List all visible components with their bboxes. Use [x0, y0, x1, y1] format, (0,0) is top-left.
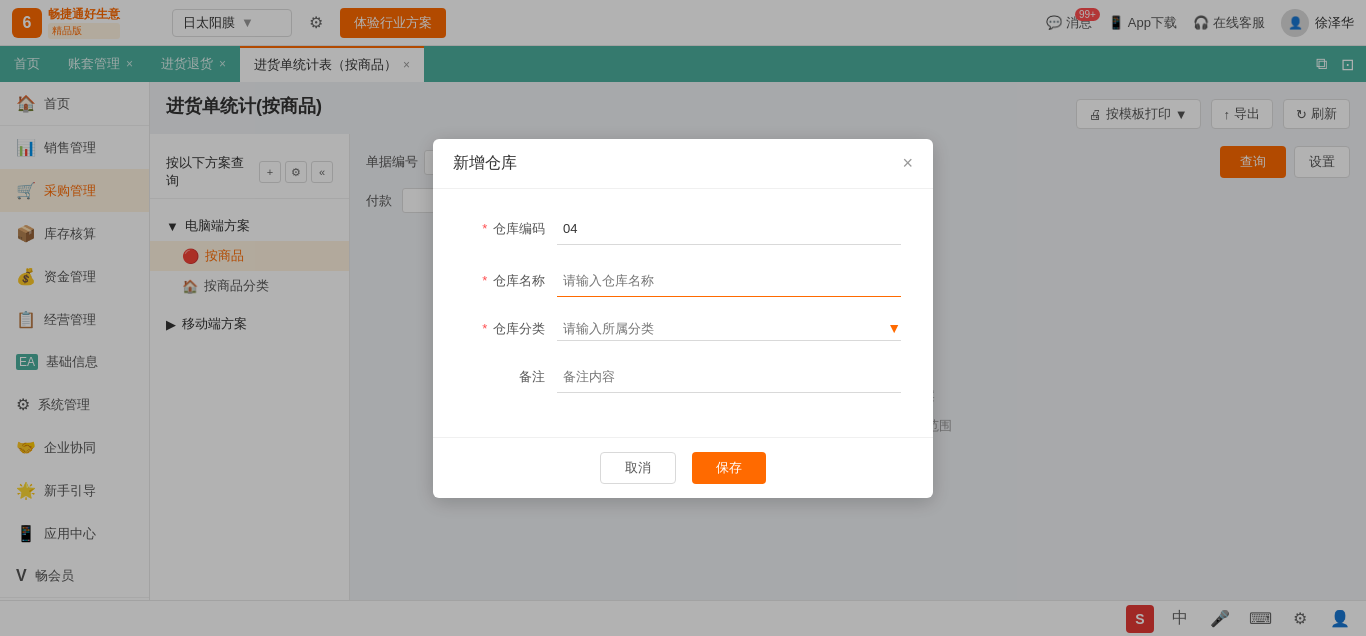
warehouse-name-input[interactable] — [557, 265, 901, 297]
form-label-code: * 仓库编码 — [465, 220, 545, 238]
save-button[interactable]: 保存 — [692, 452, 766, 484]
form-row-remark: 备注 — [465, 361, 901, 393]
form-row-name: * 仓库名称 — [465, 265, 901, 297]
warehouse-code-input[interactable] — [557, 213, 901, 245]
form-row-code: * 仓库编码 — [465, 213, 901, 245]
warehouse-remark-input[interactable] — [557, 361, 901, 393]
form-label-category: * 仓库分类 — [465, 320, 545, 338]
dialog-body: * 仓库编码 * 仓库名称 * 仓库分类 — [433, 189, 933, 437]
form-label-remark: 备注 — [465, 368, 545, 386]
form-row-category: * 仓库分类 ▼ — [465, 317, 901, 341]
form-label-name: * 仓库名称 — [465, 272, 545, 290]
dialog-overlay: 新增仓库 × * 仓库编码 * 仓库名称 — [0, 0, 1366, 636]
select-arrow-icon: ▼ — [887, 320, 901, 336]
warehouse-category-input[interactable] — [557, 317, 887, 340]
cancel-button[interactable]: 取消 — [600, 452, 676, 484]
dialog-footer: 取消 保存 — [433, 437, 933, 498]
dialog-title: 新增仓库 — [453, 153, 517, 174]
dialog-header: 新增仓库 × — [433, 139, 933, 189]
dialog-close-btn[interactable]: × — [902, 154, 913, 172]
new-warehouse-dialog: 新增仓库 × * 仓库编码 * 仓库名称 — [433, 139, 933, 498]
warehouse-category-wrapper: ▼ — [557, 317, 901, 341]
